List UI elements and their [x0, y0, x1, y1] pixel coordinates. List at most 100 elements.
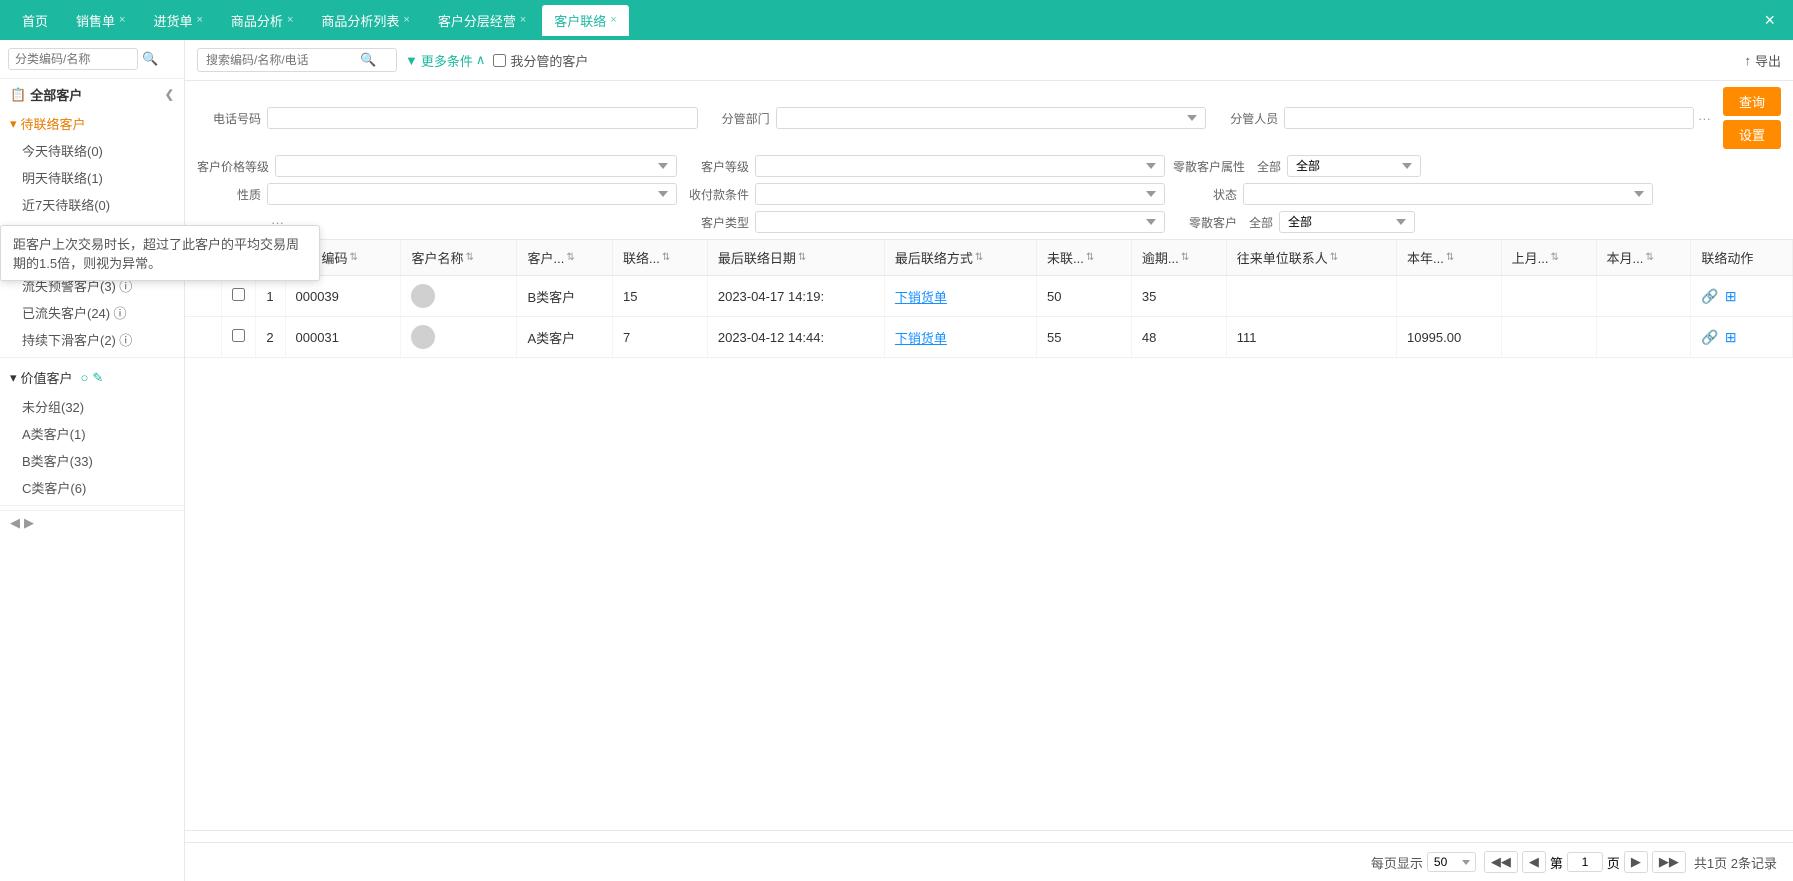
nav-item-home[interactable]: 首页 [10, 5, 60, 36]
more-filters-btn[interactable]: ▼ 更多条件 ∧ [405, 51, 485, 70]
row1-link-icon[interactable]: 🔗 [1701, 288, 1718, 305]
row2-last-method[interactable]: 下销货单 [884, 317, 1036, 358]
window-close-button[interactable]: × [1756, 6, 1783, 35]
sidebar-search-icon[interactable]: 🔍 [142, 51, 158, 67]
nav-item-product-list[interactable]: 商品分析列表 × [309, 5, 421, 36]
scatter-customer-select[interactable]: 全部 [1279, 211, 1415, 233]
search-icon[interactable]: 🔍 [360, 52, 376, 68]
nav-item-sales[interactable]: 销售单 × [64, 5, 137, 36]
sidebar-item-churned[interactable]: 已流失客户(24) ⓘ [0, 299, 184, 326]
row1-grid-icon[interactable]: ⊞ [1725, 288, 1737, 305]
row1-code[interactable]: 000039 [285, 276, 401, 317]
horizontal-scrollbar[interactable] [185, 830, 1793, 842]
row2-checkbox[interactable] [221, 317, 255, 358]
row1-name[interactable] [401, 276, 517, 317]
nav-close-product-list[interactable]: × [403, 14, 409, 26]
page-number-input[interactable] [1567, 852, 1603, 872]
row2-link-icon[interactable]: 🔗 [1701, 329, 1718, 346]
sidebar-expand-icon: 📋 [10, 87, 26, 103]
nature-select[interactable] [267, 183, 677, 205]
col-last-month[interactable]: 上月... ⇅ [1501, 240, 1596, 276]
sort-uncontacted-icon: ⇅ [1086, 252, 1094, 263]
first-page-btn[interactable]: ◀◀ [1484, 851, 1518, 873]
row1-last-month [1501, 276, 1596, 317]
customer-type-select[interactable] [755, 211, 1165, 233]
col-contact[interactable]: 联络... ⇅ [612, 240, 707, 276]
sort-last-month-icon: ⇅ [1550, 252, 1558, 263]
row2-avatar [411, 325, 435, 349]
col-past-contacts[interactable]: 往来单位联系人 ⇅ [1226, 240, 1396, 276]
sidebar-pending-arrow: ▾ [10, 116, 17, 132]
person-input[interactable] [1284, 107, 1694, 129]
search-input[interactable] [206, 53, 356, 67]
phone-input[interactable] [267, 107, 698, 129]
sidebar-all-customers[interactable]: 📋 全部客户 ❮ [0, 79, 184, 110]
sort-past-contacts-icon: ⇅ [1330, 252, 1338, 263]
next-page-btn[interactable]: ▶ [1624, 851, 1648, 873]
col-name[interactable]: 客户名称 ⇅ [401, 240, 517, 276]
sidebar-item-class-c[interactable]: C类客户(6) [0, 474, 184, 501]
dept-select[interactable] [776, 107, 1207, 129]
col-overdue[interactable]: 逾期... ⇅ [1131, 240, 1226, 276]
sort-overdue-icon: ⇅ [1181, 252, 1189, 263]
my-customers-checkbox[interactable] [493, 54, 506, 67]
nav-item-customer-contact[interactable]: 客户联络 × [542, 5, 628, 36]
sidebar-item-class-b[interactable]: B类客户(33) [0, 447, 184, 474]
sidebar-item-declining[interactable]: 持续下滑客户(2) ⓘ [0, 326, 184, 353]
row1-last-method[interactable]: 下销货单 [884, 276, 1036, 317]
nav-close-customer-tier[interactable]: × [520, 14, 526, 26]
prev-page-btn[interactable]: ◀ [1522, 851, 1546, 873]
query-button[interactable]: 查询 [1723, 87, 1781, 116]
customer-grade-select[interactable] [755, 155, 1165, 177]
row2-overdue: 48 [1131, 317, 1226, 358]
sidebar-collapse-icon[interactable]: ❮ [165, 88, 174, 101]
col-category[interactable]: 客户... ⇅ [517, 240, 613, 276]
col-this-month[interactable]: 本月... ⇅ [1596, 240, 1691, 276]
value-group-edit-icon[interactable]: ✎ [92, 370, 103, 386]
row2-grid-icon[interactable]: ⊞ [1725, 329, 1737, 346]
sidebar-pending-group[interactable]: ▾ 待联络客户 [0, 110, 184, 137]
row2-past-contacts: 111 [1226, 317, 1396, 358]
status-select[interactable] [1243, 183, 1653, 205]
nav-item-purchase[interactable]: 进货单 × [141, 5, 214, 36]
scatter-attr-select[interactable]: 全部 [1287, 155, 1421, 177]
sidebar-search-input[interactable] [8, 48, 138, 70]
nav-close-product-analysis[interactable]: × [287, 14, 293, 26]
last-page-btn[interactable]: ▶▶ [1652, 851, 1686, 873]
nav-item-customer-tier[interactable]: 客户分层经营 × [426, 5, 538, 36]
row2-name[interactable] [401, 317, 517, 358]
person-dots[interactable]: ··· [1694, 111, 1715, 126]
row1-checkbox[interactable] [221, 276, 255, 317]
col-this-year[interactable]: 本年... ⇅ [1396, 240, 1501, 276]
row2-category: A类客户 [517, 317, 613, 358]
sidebar-right-arrow[interactable]: ▶ [24, 515, 34, 531]
declining-icon: ⓘ [119, 333, 132, 348]
row1-contact: 15 [612, 276, 707, 317]
price-grade-select[interactable] [275, 155, 677, 177]
row2-contact: 7 [612, 317, 707, 358]
filter-scatter-attr: 零散客户属性 全部 全部 [1173, 155, 1653, 177]
sidebar-value-group[interactable]: ▾ 价值客户 ○ ✎ [0, 362, 184, 393]
sidebar-left-arrow[interactable]: ◀ [10, 515, 20, 531]
row2-select[interactable] [232, 329, 245, 342]
col-last-method[interactable]: 最后联络方式 ⇅ [884, 240, 1036, 276]
sidebar-item-7days[interactable]: 近7天待联络(0) [0, 191, 184, 218]
col-uncontacted[interactable]: 未联... ⇅ [1036, 240, 1131, 276]
nav-item-product-analysis[interactable]: 商品分析 × [219, 5, 305, 36]
sidebar: 🔍 📋 全部客户 ❮ ▾ 待联络客户 今天待联络(0) 明天待联络(1) 近7天… [0, 40, 185, 881]
sidebar-item-tomorrow[interactable]: 明天待联络(1) [0, 164, 184, 191]
export-button[interactable]: ↑ 导出 [1744, 51, 1781, 70]
row1-select[interactable] [232, 288, 245, 301]
payment-select[interactable] [755, 183, 1165, 205]
nav-close-customer-contact[interactable]: × [610, 14, 616, 26]
sidebar-item-ungrouped[interactable]: 未分组(32) [0, 393, 184, 420]
row2-code[interactable]: 000031 [285, 317, 401, 358]
sidebar-item-class-a[interactable]: A类客户(1) [0, 420, 184, 447]
nav-close-purchase[interactable]: × [196, 14, 202, 26]
per-page-select[interactable]: 50 20 100 [1427, 852, 1476, 872]
nav-close-sales[interactable]: × [119, 14, 125, 26]
row1-category: B类客户 [517, 276, 613, 317]
col-last-date[interactable]: 最后联络日期 ⇅ [707, 240, 884, 276]
settings-button[interactable]: 设置 [1723, 120, 1781, 149]
sidebar-item-today[interactable]: 今天待联络(0) [0, 137, 184, 164]
